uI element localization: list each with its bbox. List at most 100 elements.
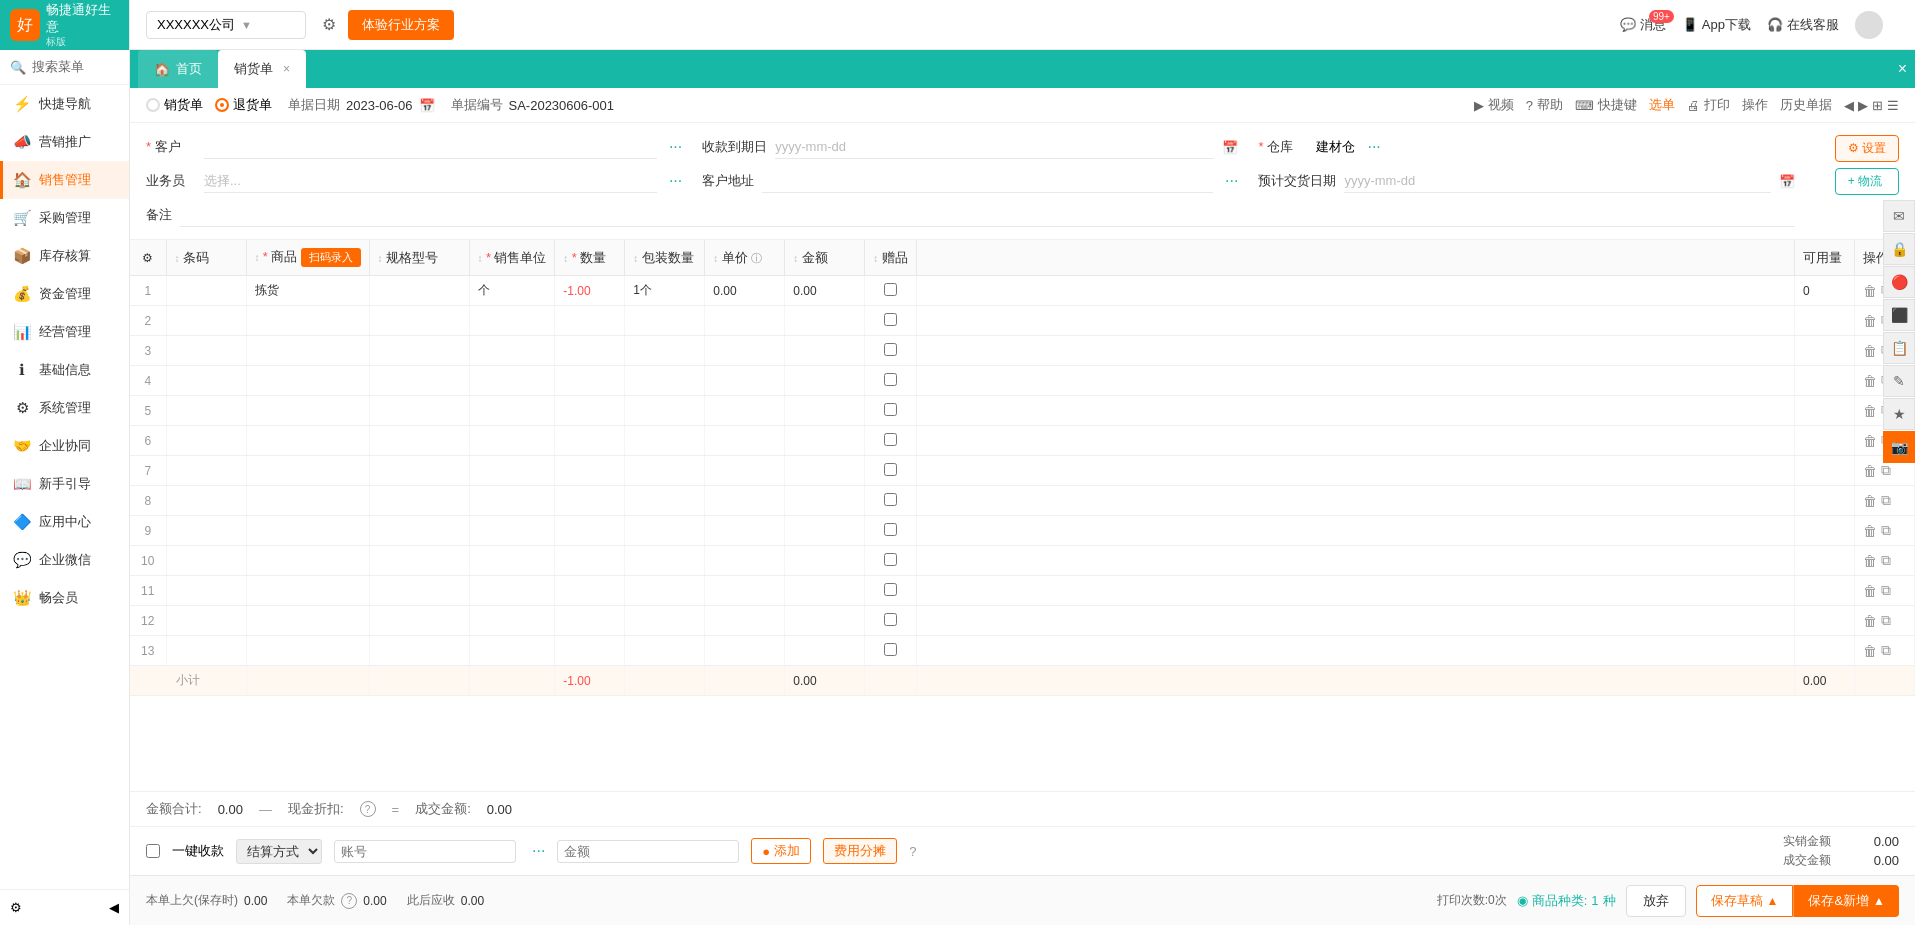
trial-button[interactable]: 体验行业方案 (348, 10, 454, 40)
cell-amount-8[interactable] (785, 516, 865, 546)
message-button[interactable]: 💬 消息 99+ (1620, 16, 1666, 34)
cell-spec-6[interactable] (369, 456, 469, 486)
cell-product-5[interactable] (246, 426, 369, 456)
cell-product-6[interactable] (246, 456, 369, 486)
copy-icon-11[interactable]: ⧉ (1881, 612, 1891, 629)
online-service-button[interactable]: 🎧 在线客服 (1767, 16, 1839, 34)
abandon-button[interactable]: 放弃 (1626, 885, 1686, 917)
cell-barcode-9[interactable] (166, 546, 246, 576)
cell-spec-9[interactable] (369, 546, 469, 576)
cell-amount-4[interactable] (785, 396, 865, 426)
cell-spec-11[interactable] (369, 606, 469, 636)
cell-price-5[interactable] (705, 426, 785, 456)
cell-spec-7[interactable] (369, 486, 469, 516)
cell-pkgqty-3[interactable] (625, 366, 705, 396)
date-calendar-icon[interactable]: 📅 (419, 98, 435, 113)
expected-date-calendar-icon[interactable]: 📅 (1779, 174, 1795, 189)
cell-product-3[interactable] (246, 366, 369, 396)
cell-unit-0[interactable]: 个 (469, 276, 555, 306)
delete-icon-0[interactable]: 🗑 (1863, 283, 1877, 299)
cell-unit-9[interactable] (469, 546, 555, 576)
row-settings-12[interactable]: 13 (130, 636, 166, 666)
row-settings-5[interactable]: 6 (130, 426, 166, 456)
save-draft-button[interactable]: 保存草稿 ▲ (1696, 885, 1794, 917)
cell-price-3[interactable] (705, 366, 785, 396)
radio-sales[interactable]: 销货单 (146, 96, 203, 114)
salesperson-input[interactable] (204, 169, 657, 193)
row-settings-7[interactable]: 8 (130, 486, 166, 516)
delete-icon-7[interactable]: 🗑 (1863, 493, 1877, 509)
delete-icon-11[interactable]: 🗑 (1863, 613, 1877, 629)
cell-unit-7[interactable] (469, 486, 555, 516)
delete-icon-12[interactable]: 🗑 (1863, 643, 1877, 659)
sidebar-item-member[interactable]: 👑 畅会员 (0, 579, 129, 617)
cell-product-9[interactable] (246, 546, 369, 576)
delete-icon-9[interactable]: 🗑 (1863, 553, 1877, 569)
cell-pkgqty-12[interactable] (625, 636, 705, 666)
company-selector[interactable]: XXXXXX公司 ▼ (146, 11, 306, 39)
cell-unit-1[interactable] (469, 306, 555, 336)
col-settings[interactable]: ⚙ (130, 240, 166, 276)
sidebar-collapse-icon[interactable]: ◀ (109, 900, 119, 915)
cell-amount-6[interactable] (785, 456, 865, 486)
cell-gift-6[interactable] (865, 456, 916, 486)
cell-spec-5[interactable] (369, 426, 469, 456)
cell-unit-12[interactable] (469, 636, 555, 666)
cell-barcode-2[interactable] (166, 336, 246, 366)
cell-spec-4[interactable] (369, 396, 469, 426)
history-btn[interactable]: 历史单据 (1780, 96, 1832, 114)
cell-barcode-3[interactable] (166, 366, 246, 396)
sidebar-item-operations[interactable]: 📊 经营管理 (0, 313, 129, 351)
cell-amount-2[interactable] (785, 336, 865, 366)
cell-gift-9[interactable] (865, 546, 916, 576)
cell-pkgqty-8[interactable] (625, 516, 705, 546)
cell-qty-3[interactable] (555, 366, 625, 396)
tab-home[interactable]: 🏠 首页 (138, 50, 218, 88)
cell-amount-12[interactable] (785, 636, 865, 666)
cell-unit-5[interactable] (469, 426, 555, 456)
cell-qty-5[interactable] (555, 426, 625, 456)
cell-product-0[interactable]: 拣货 (246, 276, 369, 306)
payment-account-input[interactable] (334, 840, 516, 863)
setting-button[interactable]: ⚙ 设置 (1835, 135, 1899, 162)
float-btn-4[interactable]: ⬛ (1883, 299, 1915, 331)
row-settings-1[interactable]: 2 (130, 306, 166, 336)
row-settings-8[interactable]: 9 (130, 516, 166, 546)
save-new-button[interactable]: 保存&新增 ▲ (1793, 885, 1899, 917)
scan-btn[interactable]: 扫码录入 (301, 248, 361, 267)
delete-icon-4[interactable]: 🗑 (1863, 403, 1877, 419)
cell-barcode-7[interactable] (166, 486, 246, 516)
customer-input[interactable] (204, 135, 657, 159)
app-download-button[interactable]: 📱 App下载 (1682, 16, 1751, 34)
due-date-input[interactable] (775, 135, 1214, 159)
cell-pkgqty-4[interactable] (625, 396, 705, 426)
cell-pkgqty-1[interactable] (625, 306, 705, 336)
cell-pkgqty-7[interactable] (625, 486, 705, 516)
discount-help-icon[interactable]: ? (360, 801, 376, 817)
note-input[interactable] (180, 203, 1795, 227)
float-btn-3[interactable]: 🔴 (1883, 266, 1915, 298)
customer-more-icon[interactable]: ··· (669, 138, 682, 156)
copy-icon-7[interactable]: ⧉ (1881, 492, 1891, 509)
operation-btn[interactable]: 操作 (1742, 96, 1768, 114)
tab-close-icon[interactable]: × (283, 62, 290, 76)
cell-amount-1[interactable] (785, 306, 865, 336)
cell-gift-3[interactable] (865, 366, 916, 396)
cell-spec-12[interactable] (369, 636, 469, 666)
cell-product-1[interactable] (246, 306, 369, 336)
row-settings-6[interactable]: 7 (130, 456, 166, 486)
account-more-icon[interactable]: ··· (532, 842, 545, 860)
cell-qty-4[interactable] (555, 396, 625, 426)
sidebar-item-marketing[interactable]: 📣 营销推广 (0, 123, 129, 161)
row-settings-9[interactable]: 10 (130, 546, 166, 576)
cell-price-8[interactable] (705, 516, 785, 546)
tabbar-close-button[interactable]: × (1898, 60, 1907, 78)
row-settings-10[interactable]: 11 (130, 576, 166, 606)
cell-price-12[interactable] (705, 636, 785, 666)
sidebar-item-basics[interactable]: ℹ 基础信息 (0, 351, 129, 389)
cell-amount-3[interactable] (785, 366, 865, 396)
cell-qty-10[interactable] (555, 576, 625, 606)
cell-unit-4[interactable] (469, 396, 555, 426)
cell-gift-10[interactable] (865, 576, 916, 606)
cell-spec-1[interactable] (369, 306, 469, 336)
